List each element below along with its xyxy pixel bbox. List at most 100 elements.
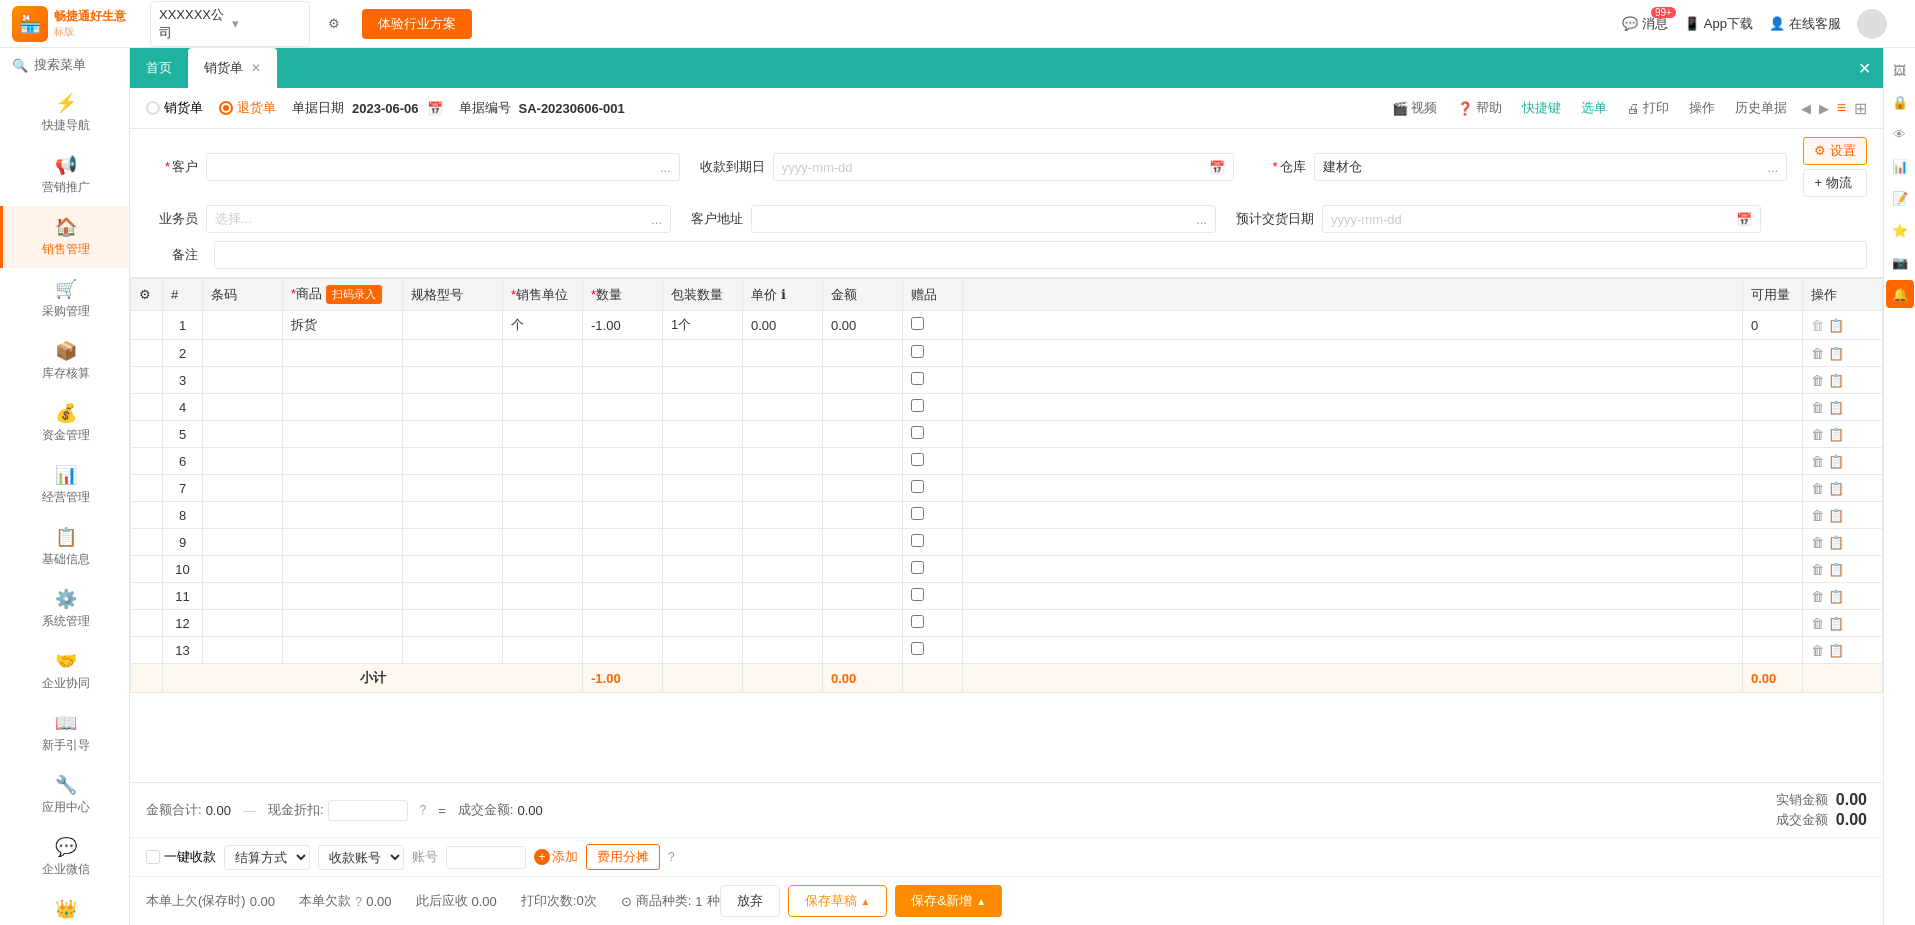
row-spec[interactable] <box>403 311 503 340</box>
payment-amount-input[interactable] <box>446 846 526 869</box>
sidebar-item-enterprise[interactable]: 🤝 企业协同 <box>0 640 129 702</box>
copy-icon[interactable]: 📋 <box>1828 616 1844 631</box>
row-amount[interactable]: 0.00 <box>823 311 903 340</box>
settings-icon[interactable]: ⚙ <box>318 8 350 40</box>
save-new-button[interactable]: 保存&新增 ▲ <box>895 885 1002 917</box>
action-help[interactable]: ❓ 帮助 <box>1451 96 1508 120</box>
sidebar-item-operations[interactable]: 📊 经营管理 <box>0 454 129 516</box>
action-operate[interactable]: 操作 <box>1683 96 1721 120</box>
copy-icon[interactable]: 📋 <box>1828 508 1844 523</box>
add-payment-button[interactable]: + 添加 <box>534 848 578 866</box>
delivery-calendar-icon[interactable]: 📅 <box>1736 212 1752 227</box>
customer-address-dots[interactable]: ... <box>1196 212 1207 227</box>
panel-lock[interactable]: 🔒 <box>1886 88 1914 116</box>
action-print[interactable]: 🖨 打印 <box>1621 96 1675 120</box>
discard-button[interactable]: 放弃 <box>720 885 780 917</box>
messages-button[interactable]: 💬 消息 99+ <box>1622 15 1668 33</box>
sidebar-item-sales[interactable]: 🏠 销售管理 <box>0 206 129 268</box>
gift-checkbox[interactable] <box>911 372 924 385</box>
fee-question-icon[interactable]: ? <box>668 850 675 864</box>
panel-eye[interactable]: 👁 <box>1886 120 1914 148</box>
app-download-button[interactable]: 📱 App下载 <box>1684 15 1753 33</box>
company-selector[interactable]: XXXXXX公司 ▾ <box>150 1 310 47</box>
sidebar-item-guide[interactable]: 📖 新手引导 <box>0 702 129 764</box>
prev-icon[interactable]: ◀ <box>1801 101 1811 116</box>
question-icon[interactable]: ? <box>420 803 427 817</box>
row-barcode[interactable] <box>203 311 283 340</box>
date-calendar-icon[interactable]: 📅 <box>427 101 443 116</box>
gift-checkbox[interactable] <box>911 426 924 439</box>
copy-icon[interactable]: 📋 <box>1828 346 1844 361</box>
sidebar-item-base[interactable]: 📋 基础信息 <box>0 516 129 578</box>
copy-icon[interactable]: 📋 <box>1828 373 1844 388</box>
tab-sales-order[interactable]: 销货单 ✕ <box>188 48 277 88</box>
warehouse-dots[interactable]: ... <box>1768 160 1779 175</box>
customer-address-input[interactable]: ... <box>751 205 1216 233</box>
gift-checkbox[interactable] <box>911 317 924 330</box>
question-owe-icon[interactable]: ? <box>355 894 362 909</box>
sidebar-item-marketing[interactable]: 📢 营销推广 <box>0 144 129 206</box>
delete-icon[interactable]: 🗑 <box>1811 508 1824 523</box>
settings-button[interactable]: ⚙ 设置 <box>1803 137 1867 165</box>
row-unit[interactable]: 个 <box>503 311 583 340</box>
tab-close-icon[interactable]: ✕ <box>251 61 261 75</box>
sidebar-item-system[interactable]: ⚙️ 系统管理 <box>0 578 129 640</box>
payment-date-calendar-icon[interactable]: 📅 <box>1209 160 1225 175</box>
customer-input[interactable]: ... <box>206 153 680 181</box>
copy-icon[interactable]: 📋 <box>1828 400 1844 415</box>
copy-icon[interactable]: 📋 <box>1828 427 1844 442</box>
row-gift[interactable] <box>903 311 963 340</box>
sidebar-item-quick-nav[interactable]: ⚡ 快捷导航 <box>0 82 129 144</box>
gift-checkbox[interactable] <box>911 588 924 601</box>
avatar[interactable] <box>1857 9 1887 39</box>
panel-chart[interactable]: 📊 <box>1886 152 1914 180</box>
one-click-payment[interactable]: 一键收款 <box>146 848 216 866</box>
action-history[interactable]: 历史单据 <box>1729 96 1793 120</box>
scan-button[interactable]: 扫码录入 <box>326 285 382 304</box>
gift-checkbox[interactable] <box>911 642 924 655</box>
delete-icon[interactable]: 🗑 <box>1811 346 1824 361</box>
gift-checkbox[interactable] <box>911 453 924 466</box>
payment-date-input[interactable]: yyyy-mm-dd 📅 <box>773 153 1234 181</box>
gift-checkbox[interactable] <box>911 561 924 574</box>
panel-camera[interactable]: 📷 <box>1886 248 1914 276</box>
circle-icon[interactable]: ⊙ <box>621 894 632 909</box>
list-view-icon[interactable]: ≡ <box>1837 99 1846 117</box>
action-select[interactable]: 选单 <box>1575 96 1613 120</box>
panel-note[interactable]: 📝 <box>1886 184 1914 212</box>
gift-checkbox[interactable] <box>911 534 924 547</box>
col-setting[interactable]: ⚙ <box>131 279 163 311</box>
copy-icon[interactable]: 📋 <box>1828 454 1844 469</box>
next-icon[interactable]: ▶ <box>1819 101 1829 116</box>
delete-icon[interactable]: 🗑 <box>1811 400 1824 415</box>
delete-icon[interactable]: 🗑 <box>1811 562 1824 577</box>
copy-icon[interactable]: 📋 <box>1828 562 1844 577</box>
copy-icon[interactable]: 📋 <box>1828 535 1844 550</box>
warehouse-input[interactable]: 建材仓 ... <box>1314 153 1788 181</box>
row-copy-icon[interactable]: 📋 <box>1828 318 1844 333</box>
sidebar-item-purchase[interactable]: 🛒 采购管理 <box>0 268 129 330</box>
panel-orange-action[interactable]: 🔔 <box>1886 280 1914 308</box>
grid-view-icon[interactable]: ⊞ <box>1854 99 1867 118</box>
panel-star[interactable]: ⭐ <box>1886 216 1914 244</box>
gift-checkbox[interactable] <box>911 507 924 520</box>
gift-checkbox[interactable] <box>911 345 924 358</box>
delivery-date-input[interactable]: yyyy-mm-dd 📅 <box>1322 205 1761 233</box>
delete-icon[interactable]: 🗑 <box>1811 481 1824 496</box>
delete-icon[interactable]: 🗑 <box>1811 373 1824 388</box>
delete-icon[interactable]: 🗑 <box>1811 535 1824 550</box>
row-packqty[interactable]: 1个 <box>663 311 743 340</box>
trial-button[interactable]: 体验行业方案 <box>362 9 472 39</box>
payment-account-select[interactable]: 收款账号 <box>318 845 404 870</box>
copy-icon[interactable]: 📋 <box>1828 589 1844 604</box>
row-qty[interactable]: -1.00 <box>583 311 663 340</box>
tab-home[interactable]: 首页 <box>130 48 188 88</box>
tab-bar-close-icon[interactable]: ✕ <box>1846 59 1883 78</box>
wuliu-button[interactable]: + 物流 <box>1803 169 1867 197</box>
online-service-button[interactable]: 👤 在线客服 <box>1769 15 1841 33</box>
sidebar-item-wechat[interactable]: 💬 企业微信 <box>0 826 129 888</box>
delete-icon[interactable]: 🗑 <box>1811 589 1824 604</box>
discount-input[interactable] <box>328 800 408 821</box>
payment-checkbox[interactable] <box>146 850 160 864</box>
fee-split-button[interactable]: 费用分摊 <box>586 844 660 870</box>
